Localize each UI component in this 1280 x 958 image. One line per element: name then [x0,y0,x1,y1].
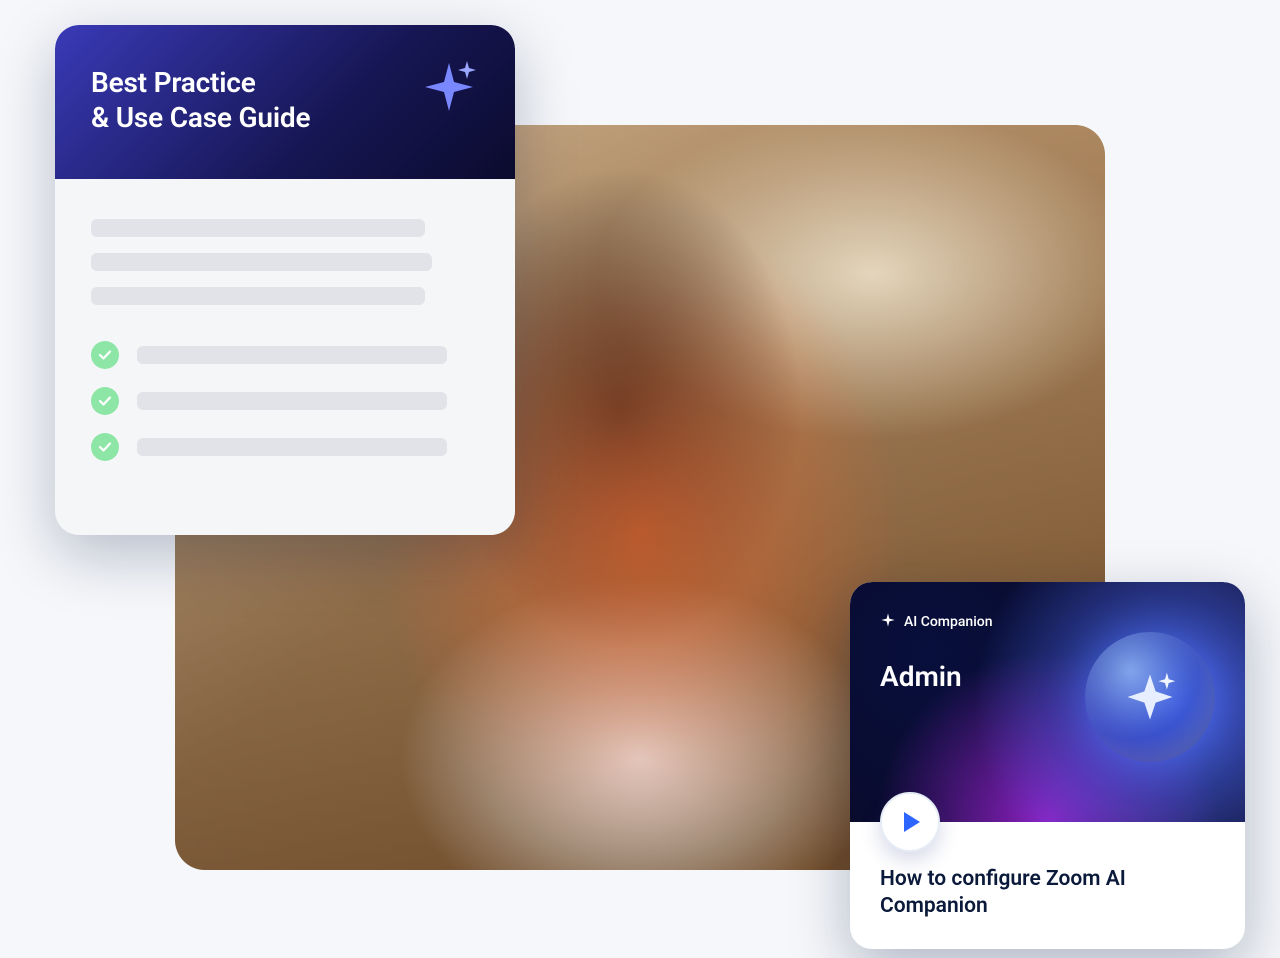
sparkle-icon [880,612,896,632]
checkmark-icon [91,341,119,369]
checklist-item [91,433,479,461]
guide-title-line-1: Best Practice [91,66,256,99]
video-thumbnail: AI Companion Admin [850,582,1245,822]
placeholder-line [137,346,447,364]
guide-card: Best Practice & Use Case Guide [55,25,515,535]
video-brand-label: AI Companion [880,612,993,632]
play-button[interactable] [880,792,940,852]
sparkle-icon [417,57,481,121]
placeholder-line [137,438,447,456]
checklist-item [91,341,479,369]
video-brand-text: AI Companion [904,614,993,630]
video-title: Admin [880,660,962,693]
checkmark-icon [91,433,119,461]
ai-orb-icon [1085,632,1215,762]
guide-title-line-2: & Use Case Guide [91,101,310,134]
checklist-item [91,387,479,415]
guide-card-header: Best Practice & Use Case Guide [55,25,515,179]
placeholder-line [137,392,447,410]
checkmark-icon [91,387,119,415]
placeholder-line [91,253,432,271]
placeholder-line [91,287,425,305]
placeholder-line [91,219,425,237]
guide-card-body [55,179,515,509]
play-icon [904,812,920,832]
video-card[interactable]: AI Companion Admin How to configure Zoom… [850,582,1245,949]
